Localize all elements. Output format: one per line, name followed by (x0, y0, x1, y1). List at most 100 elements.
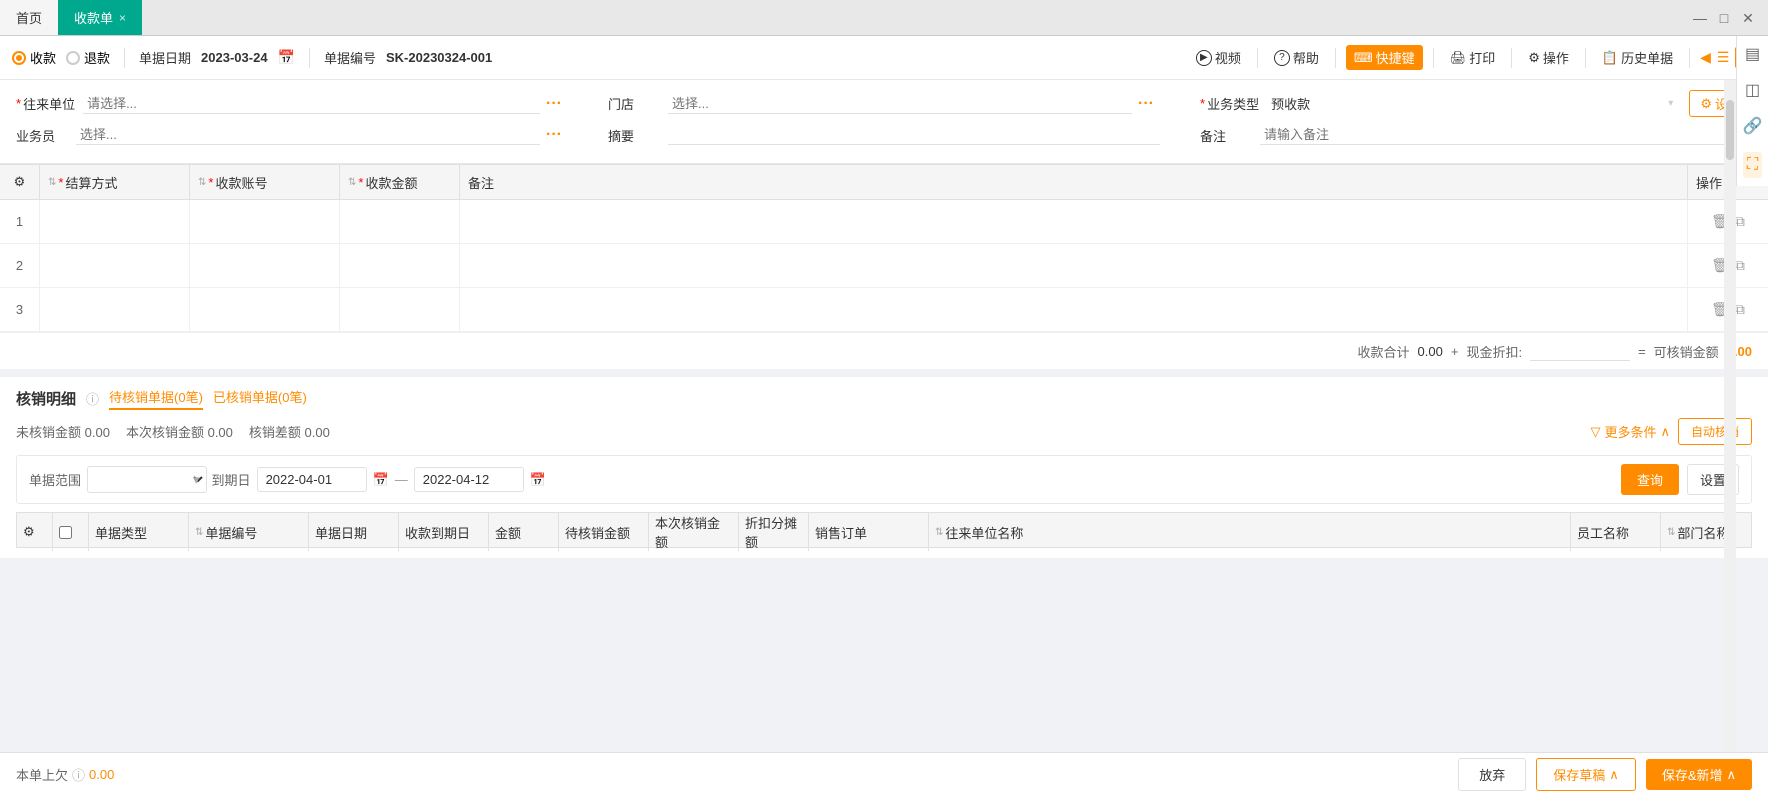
rp-icon-doc[interactable]: ◫ (1745, 80, 1760, 100)
doc-no-value: SK-20230324-001 (386, 50, 492, 65)
remark-input[interactable] (1260, 125, 1752, 145)
row-1-copy-icon[interactable]: ⧉ (1735, 213, 1745, 230)
avail-label: 可核销金额 (1654, 342, 1719, 361)
remark-label: 备注 (1200, 126, 1260, 145)
draft-button[interactable]: 保存草稿 ∧ (1536, 758, 1636, 791)
partner-field: * 往来单位 ··· (16, 94, 568, 114)
rth-pending: 待核销金额 (559, 513, 649, 551)
row-2-remark[interactable] (460, 244, 1688, 287)
maximize-button[interactable]: □ (1716, 10, 1732, 26)
store-label: 门店 (608, 94, 668, 113)
calendar-to-icon[interactable]: 📅 (530, 472, 546, 488)
query-btn[interactable]: 查询 (1621, 464, 1679, 495)
row-2-copy-icon[interactable]: ⧉ (1735, 257, 1745, 274)
row-3-amount[interactable] (340, 288, 460, 331)
print-icon: 🖨 (1450, 50, 1467, 66)
calendar-from-icon[interactable]: 📅 (373, 472, 389, 488)
minimize-button[interactable]: — (1692, 10, 1708, 26)
partner-required-mark: * (16, 96, 21, 111)
range-select[interactable] (87, 466, 207, 493)
tab-current[interactable]: 收款单 × (58, 0, 142, 35)
row-1-num: 1 (0, 200, 40, 243)
toolbar-row: 收款 退款 单据日期 2023-03-24 📅 单据编号 SK-20230324… (0, 36, 1768, 80)
diff-label: 核销差额 (249, 425, 301, 440)
rp-icon-link[interactable]: 🔗 (1743, 116, 1763, 136)
rth-gear[interactable]: ⚙ (17, 513, 53, 551)
table-settings-icon[interactable]: ⚙ (0, 165, 40, 199)
scroll-track[interactable] (1724, 80, 1736, 752)
store-input[interactable] (668, 94, 1132, 114)
video-btn[interactable]: ▶ 视频 (1190, 46, 1247, 69)
rth-doc-type: 单据类型 (89, 513, 189, 551)
recon-header: 核销明细 ⓘ 待核销单据(0笔) 已核销单据(0笔) (16, 387, 1752, 410)
form-row-1: * 往来单位 ··· 门店 ··· * 业务类型 预收款 ▾ ⚙ 设置 (16, 90, 1752, 117)
row-3-copy-icon[interactable]: ⧉ (1735, 301, 1745, 318)
discard-button[interactable]: 放弃 (1458, 758, 1526, 791)
col-account: ⇅ * 收款账号 (190, 165, 340, 199)
sort-dept: ⇅ (1667, 527, 1675, 538)
prev-icon[interactable]: ◀ (1700, 49, 1711, 66)
row-3-account[interactable] (190, 288, 340, 331)
biz-type-dropdown-icon[interactable]: ▾ (1668, 98, 1673, 109)
biz-type-field: * 业务类型 预收款 ▾ ⚙ 设置 (1200, 90, 1752, 117)
row-3-settlement[interactable] (40, 288, 190, 331)
date-to-input[interactable] (414, 467, 524, 492)
refund-radio[interactable]: 退款 (66, 48, 110, 67)
toolbar-right: ▶ 视频 ? 帮助 ⌨ 快捷键 🖨 打印 ⚙ 操作 📋 历史单据 ◀ ☰ (1190, 45, 1756, 70)
rp-icon-expand[interactable]: ⛶ (1743, 152, 1762, 178)
bottom-info-icon[interactable]: ⓘ (72, 765, 85, 784)
calendar-icon[interactable]: 📅 (278, 49, 295, 66)
draft-btn-label: 保存草稿 (1553, 765, 1605, 784)
close-button[interactable]: ✕ (1740, 10, 1756, 26)
filter-btn[interactable]: ▽ 更多条件 ∧ (1590, 422, 1670, 441)
print-btn[interactable]: 🖨 打印 (1444, 46, 1502, 69)
rp-icon-table[interactable]: ▤ (1745, 44, 1760, 64)
shortcut-btn[interactable]: ⌨ 快捷键 (1346, 45, 1423, 70)
this-time-value: 0.00 (208, 425, 233, 440)
layout-grid-icon[interactable]: ☰ (1717, 49, 1730, 66)
tab-close-icon[interactable]: × (119, 11, 126, 25)
form-row-2: 业务员 ··· 摘要 备注 (16, 125, 1752, 145)
summary-row: 收款合计 0.00 + 现金折扣: = 可核销金额 0.00 (0, 332, 1768, 369)
row-1-remark[interactable] (460, 200, 1688, 243)
remark-field: 备注 (1200, 125, 1752, 145)
table-header: ⚙ ⇅ * 结算方式 ⇅ * 收款账号 ⇅ * 收款金额 备注 操作 (0, 164, 1768, 200)
tab-home[interactable]: 首页 (0, 0, 58, 35)
row-1-settlement[interactable] (40, 200, 190, 243)
save-new-arrow-icon: ∧ (1726, 767, 1736, 783)
row-2-amount[interactable] (340, 244, 460, 287)
date-range-separator: — (395, 472, 408, 487)
staff-more-btn[interactable]: ··· (540, 126, 568, 144)
partner-input[interactable] (83, 94, 540, 114)
settings-gear-icon: ⚙ (1700, 96, 1712, 112)
tab-bar: 首页 收款单 × — □ ✕ (0, 0, 1768, 36)
row-1-amount[interactable] (340, 200, 460, 243)
save-new-button[interactable]: 保存&新增 ∧ (1646, 759, 1752, 790)
recon-info-icon[interactable]: ⓘ (86, 389, 99, 408)
select-all-checkbox[interactable] (59, 526, 72, 539)
summary-input[interactable] (668, 125, 1160, 145)
discount-input[interactable] (1530, 341, 1630, 361)
tab-done[interactable]: 已核销单据(0笔) (213, 387, 307, 410)
scroll-thumb[interactable] (1726, 100, 1734, 160)
partner-more-btn[interactable]: ··· (540, 95, 568, 113)
range-dropdown-icon: ▾ (193, 472, 200, 488)
divider-6 (1511, 48, 1512, 68)
row-2-settlement[interactable] (40, 244, 190, 287)
uncancelled-value: 0.00 (85, 425, 110, 440)
equals-sign: = (1638, 344, 1646, 359)
help-icon: ? (1274, 50, 1290, 66)
history-btn[interactable]: 📋 历史单据 (1596, 46, 1679, 69)
operation-btn[interactable]: ⚙ 操作 (1522, 46, 1575, 69)
date-from-input[interactable] (257, 467, 367, 492)
auto-recon-btn[interactable]: 自动核销 (1678, 418, 1752, 445)
rth-check[interactable] (53, 513, 89, 551)
row-2-account[interactable] (190, 244, 340, 287)
tab-pending[interactable]: 待核销单据(0笔) (109, 387, 203, 410)
receipt-radio[interactable]: 收款 (12, 48, 56, 67)
help-btn[interactable]: ? 帮助 (1268, 46, 1325, 69)
row-3-remark[interactable] (460, 288, 1688, 331)
store-more-btn[interactable]: ··· (1132, 95, 1160, 113)
row-1-account[interactable] (190, 200, 340, 243)
staff-input[interactable] (76, 125, 540, 145)
